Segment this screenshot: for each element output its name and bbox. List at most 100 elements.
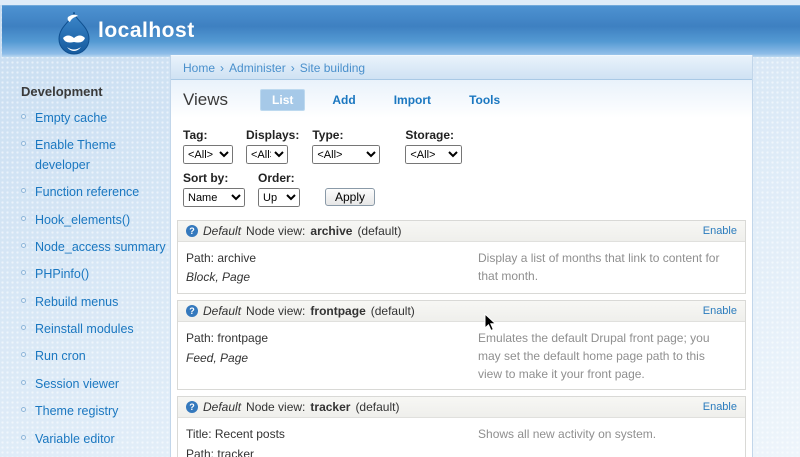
sidebar-item-node-access-summary[interactable]: Node_access summary bbox=[21, 238, 171, 257]
view-description: Emulates the default Drupal front page; … bbox=[478, 331, 710, 382]
filter-storage: Storage: <All> bbox=[405, 128, 463, 164]
circle-bullet-icon bbox=[21, 114, 26, 119]
sidebar-item-run-cron[interactable]: Run cron bbox=[21, 347, 171, 366]
sidebar-link[interactable]: Variable editor bbox=[35, 430, 115, 449]
sidebar-section-development: Development bbox=[21, 84, 103, 99]
sidebar-item-phpinfo[interactable]: PHPinfo() bbox=[21, 265, 171, 284]
enable-link[interactable]: Enable bbox=[703, 305, 737, 317]
help-icon[interactable]: ? bbox=[186, 225, 198, 237]
view-type-badge: Default bbox=[203, 400, 242, 415]
breadcrumb-link-administer[interactable]: Administer bbox=[229, 61, 286, 75]
breadcrumb-link-site-building[interactable]: Site building bbox=[300, 61, 365, 75]
sidebar-link[interactable]: Empty cache bbox=[35, 109, 107, 128]
breadcrumb-separator: › bbox=[220, 61, 225, 75]
view-details: Title: Recent posts Path: tracker Page bbox=[186, 425, 478, 457]
sidebar-link[interactable]: Session viewer bbox=[35, 375, 119, 394]
sidebar-item-session-viewer[interactable]: Session viewer bbox=[21, 375, 171, 394]
view-path: Path: tracker bbox=[186, 446, 255, 457]
filter-type: Type: <All> bbox=[312, 128, 381, 164]
type-label: Type: bbox=[312, 128, 344, 142]
sidebar-link[interactable]: Enable Theme developer bbox=[35, 136, 171, 175]
site-title[interactable]: localhost bbox=[98, 19, 195, 43]
view-body: Path: archive Block, Page Display a list… bbox=[178, 242, 745, 293]
view-header: ? Default Node view: tracker (default) E… bbox=[178, 397, 745, 419]
filter-displays: Displays: <All> bbox=[246, 128, 299, 164]
circle-bullet-icon bbox=[21, 242, 26, 248]
view-details: Path: frontpage Feed, Page bbox=[186, 329, 478, 383]
enable-link[interactable]: Enable bbox=[703, 401, 737, 413]
sidebar-link[interactable]: Node_access summary bbox=[35, 238, 166, 257]
view-kind: Node view: bbox=[246, 224, 306, 238]
view-displays: Feed, Page bbox=[186, 350, 249, 365]
development-menu: Empty cache Enable Theme developer Funct… bbox=[21, 109, 171, 449]
view-body: Path: frontpage Feed, Page Emulates the … bbox=[178, 322, 745, 389]
view-body: Title: Recent posts Path: tracker Page S… bbox=[178, 418, 745, 457]
filter-row-1: Tag: <All> Displays: <All> Type: <All> S… bbox=[183, 128, 740, 164]
sidebar-link[interactable]: Run cron bbox=[35, 347, 86, 366]
sidebar-item-rebuild-menus[interactable]: Rebuild menus bbox=[21, 293, 171, 312]
tab-tools[interactable]: Tools bbox=[458, 90, 511, 110]
view-kind: Node view: bbox=[246, 304, 306, 319]
view-name: frontpage bbox=[310, 304, 366, 319]
sidebar-item-variable-editor[interactable]: Variable editor bbox=[21, 430, 171, 449]
displays-select[interactable]: <All> bbox=[246, 145, 288, 164]
page-title: Views bbox=[183, 90, 229, 109]
circle-bullet-icon bbox=[21, 297, 26, 303]
circle-bullet-icon bbox=[21, 325, 26, 330]
sidebar-link[interactable]: Reinstall modules bbox=[35, 320, 134, 339]
view-qualifier: (default) bbox=[370, 304, 415, 319]
sidebar-item-reinstall-modules[interactable]: Reinstall modules bbox=[21, 320, 171, 339]
sidebar: Development Empty cache Enable Theme dev… bbox=[21, 80, 171, 457]
sidebar-link[interactable]: Theme registry bbox=[35, 402, 118, 421]
view-type-badge: Default bbox=[203, 224, 242, 238]
circle-bullet-icon bbox=[21, 141, 26, 147]
view-qualifier: (default) bbox=[355, 400, 400, 415]
tab-import[interactable]: Import bbox=[383, 90, 442, 110]
main-content-panel: Home › Administer › Site building Views List… bbox=[170, 55, 753, 457]
type-select[interactable]: <All> bbox=[312, 145, 381, 164]
tab-list[interactable]: List bbox=[260, 89, 306, 111]
circle-bullet-icon bbox=[21, 407, 26, 413]
view-displays: Block, Page bbox=[186, 270, 251, 285]
view-row-archive: ? Default Node view: archive (default) E… bbox=[177, 220, 746, 295]
sort-by-select[interactable]: Name bbox=[183, 188, 245, 207]
order-label: Order: bbox=[258, 171, 295, 185]
apply-button[interactable]: Apply bbox=[325, 188, 376, 206]
order-select[interactable]: Up bbox=[258, 188, 300, 207]
sidebar-link[interactable]: Hook_elements() bbox=[35, 211, 130, 230]
view-kind: Node view: bbox=[246, 400, 306, 415]
displays-label: Displays: bbox=[246, 128, 300, 142]
view-row-tracker: ? Default Node view: tracker (default) E… bbox=[177, 396, 746, 457]
filter-order: Order: Up bbox=[258, 171, 300, 207]
sidebar-link[interactable]: Function reference bbox=[35, 183, 139, 202]
circle-bullet-icon bbox=[21, 379, 26, 385]
sidebar-link[interactable]: Rebuild menus bbox=[35, 293, 118, 312]
page-header-tabs: Views List Add Import Tools bbox=[171, 80, 752, 118]
help-icon[interactable]: ? bbox=[186, 305, 198, 318]
view-title: Title: Recent posts bbox=[186, 427, 285, 442]
sidebar-item-function-reference[interactable]: Function reference bbox=[21, 183, 171, 202]
tag-select[interactable]: <All> bbox=[183, 145, 233, 164]
view-qualifier: (default) bbox=[357, 224, 402, 238]
view-header: ? Default Node view: frontpage (default)… bbox=[178, 301, 745, 323]
sidebar-link[interactable]: PHPinfo() bbox=[35, 265, 89, 284]
breadcrumb-link-home[interactable]: Home bbox=[183, 61, 215, 75]
sidebar-item-empty-cache[interactable]: Empty cache bbox=[21, 109, 171, 128]
drupal-logo-icon[interactable] bbox=[54, 11, 94, 55]
storage-select[interactable]: <All> bbox=[405, 145, 463, 164]
views-filter-form: Tag: <All> Displays: <All> Type: <All> S… bbox=[171, 118, 752, 216]
tab-add[interactable]: Add bbox=[321, 90, 366, 110]
view-path: Path: frontpage bbox=[186, 331, 269, 346]
view-name: archive bbox=[310, 224, 353, 238]
site-header: localhost bbox=[2, 5, 800, 57]
sidebar-item-theme-registry[interactable]: Theme registry bbox=[21, 402, 171, 421]
help-icon[interactable]: ? bbox=[186, 401, 198, 414]
circle-bullet-icon bbox=[21, 270, 26, 276]
sidebar-item-hook-elements[interactable]: Hook_elements() bbox=[21, 211, 171, 230]
view-name: tracker bbox=[310, 400, 351, 415]
enable-link[interactable]: Enable bbox=[703, 225, 737, 237]
circle-bullet-icon bbox=[21, 352, 26, 358]
views-list: ? Default Node view: archive (default) E… bbox=[171, 216, 752, 457]
view-type-badge: Default bbox=[203, 304, 242, 319]
sidebar-item-enable-theme-developer[interactable]: Enable Theme developer bbox=[21, 136, 171, 175]
